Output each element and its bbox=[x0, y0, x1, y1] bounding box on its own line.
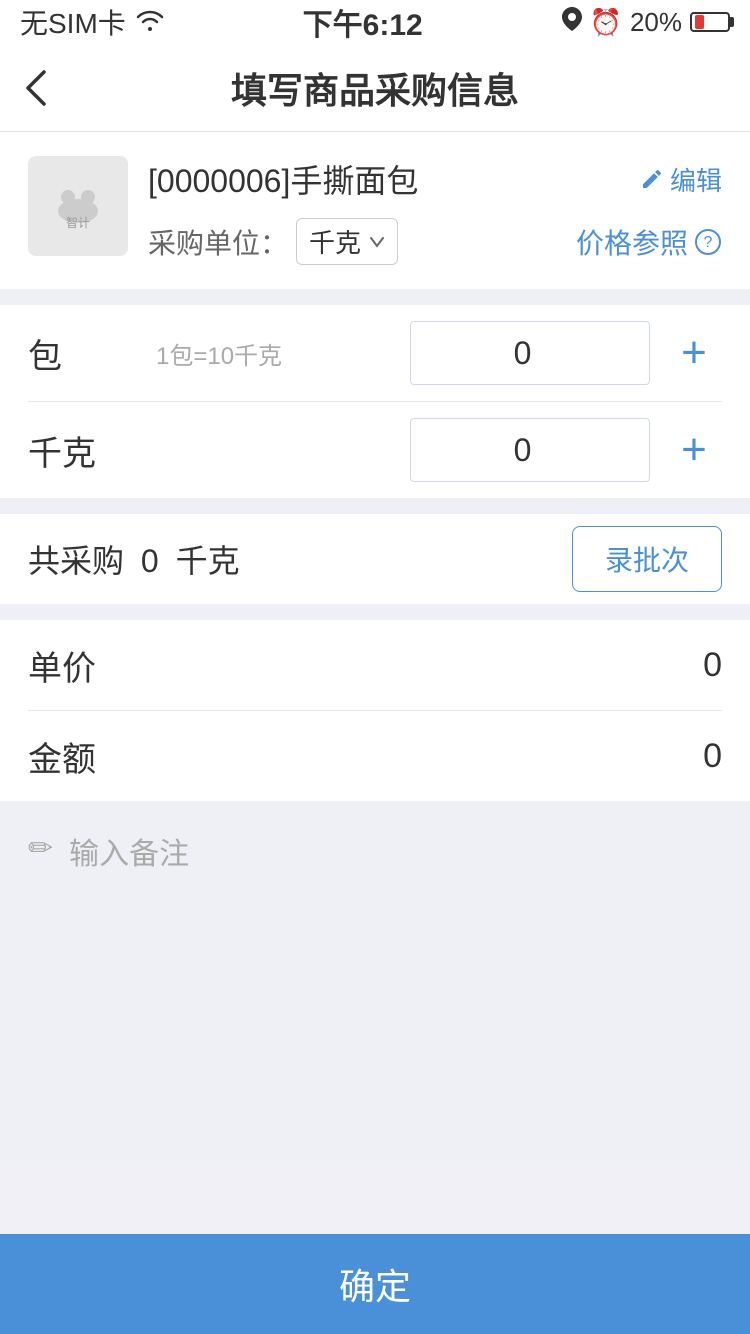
amount-label: 金额 bbox=[28, 732, 96, 781]
pencil-icon: ✏ bbox=[28, 831, 53, 866]
kg-input-right: + bbox=[410, 418, 722, 482]
status-left: 无SIM卡 bbox=[20, 2, 164, 42]
package-input-row: 包 1包=10千克 + bbox=[0, 305, 750, 401]
status-bar: 无SIM卡 下午6:12 ⏰ 20% bbox=[0, 0, 750, 44]
summary-label: 共采购 0 千克 bbox=[28, 536, 240, 582]
summary-value: 0 bbox=[141, 543, 159, 579]
price-ref-label: 价格参照 bbox=[576, 222, 688, 262]
unit-price-label: 单价 bbox=[28, 641, 96, 690]
nav-bar: 填写商品采购信息 bbox=[0, 44, 750, 132]
confirm-label: 确定 bbox=[339, 1258, 411, 1310]
divider-1 bbox=[0, 289, 750, 305]
status-time: 下午6:12 bbox=[303, 0, 423, 44]
back-button[interactable] bbox=[24, 68, 48, 108]
amount-row: 金额 0 bbox=[0, 711, 750, 801]
summary-text-label: 共采购 bbox=[28, 543, 124, 579]
kg-qty-input[interactable] bbox=[410, 418, 650, 482]
product-info: [0000006]手撕面包 编辑 采购单位： 千克 bbox=[148, 156, 722, 265]
price-ref-button[interactable]: 价格参照 ? bbox=[576, 222, 722, 262]
alarm-icon: ⏰ bbox=[590, 7, 622, 38]
product-card: 智计 [0000006]手撕面包 编辑 采购单位： 千克 bbox=[0, 132, 750, 289]
divider-3 bbox=[0, 498, 750, 514]
unit-label: 采购单位： bbox=[148, 222, 288, 262]
battery-icon bbox=[690, 12, 730, 32]
unit-select[interactable]: 千克 bbox=[296, 218, 398, 265]
battery-percent: 20% bbox=[630, 7, 682, 38]
confirm-bar[interactable]: 确定 bbox=[0, 1234, 750, 1334]
status-right: ⏰ 20% bbox=[562, 7, 730, 38]
edit-label: 编辑 bbox=[670, 161, 722, 198]
package-label: 包 bbox=[28, 329, 148, 378]
product-full-name: [0000006]手撕面包 bbox=[148, 156, 418, 202]
summary-section: 共采购 0 千克 录批次 bbox=[0, 514, 750, 604]
package-sublabel: 1包=10千克 bbox=[156, 336, 282, 371]
remark-placeholder: 输入备注 bbox=[69, 829, 189, 873]
edit-button[interactable]: 编辑 bbox=[640, 161, 722, 198]
package-plus-button[interactable]: + bbox=[666, 325, 722, 381]
remark-section[interactable]: ✏ 输入备注 bbox=[0, 801, 750, 921]
unit-price-row: 单价 0 bbox=[0, 620, 750, 710]
page-title: 填写商品采购信息 bbox=[231, 62, 519, 114]
summary-row: 共采购 0 千克 录批次 bbox=[0, 514, 750, 604]
wifi-icon bbox=[136, 6, 164, 38]
package-section: 包 1包=10千克 + 千克 + bbox=[0, 305, 750, 498]
svg-text:智计: 智计 bbox=[66, 215, 90, 230]
product-image: 智计 bbox=[28, 156, 128, 256]
empty-space bbox=[0, 921, 750, 1161]
svg-text:?: ? bbox=[704, 234, 713, 251]
product-name-row: [0000006]手撕面包 编辑 bbox=[148, 156, 722, 202]
summary-unit: 千克 bbox=[176, 543, 240, 579]
info-section: 单价 0 金额 0 bbox=[0, 620, 750, 801]
package-input-right: + bbox=[410, 321, 722, 385]
kg-input-row: 千克 + bbox=[0, 402, 750, 498]
divider-4 bbox=[0, 604, 750, 620]
amount-value: 0 bbox=[703, 737, 722, 776]
unit-price-value: 0 bbox=[703, 646, 722, 685]
batch-button[interactable]: 录批次 bbox=[572, 526, 722, 592]
location-icon bbox=[562, 7, 582, 38]
product-unit-row: 采购单位： 千克 价格参照 ? bbox=[148, 218, 722, 265]
carrier-text: 无SIM卡 bbox=[20, 2, 126, 42]
kg-label: 千克 bbox=[28, 426, 148, 475]
kg-plus-button[interactable]: + bbox=[666, 422, 722, 478]
package-qty-input[interactable] bbox=[410, 321, 650, 385]
unit-value: 千克 bbox=[309, 223, 361, 260]
